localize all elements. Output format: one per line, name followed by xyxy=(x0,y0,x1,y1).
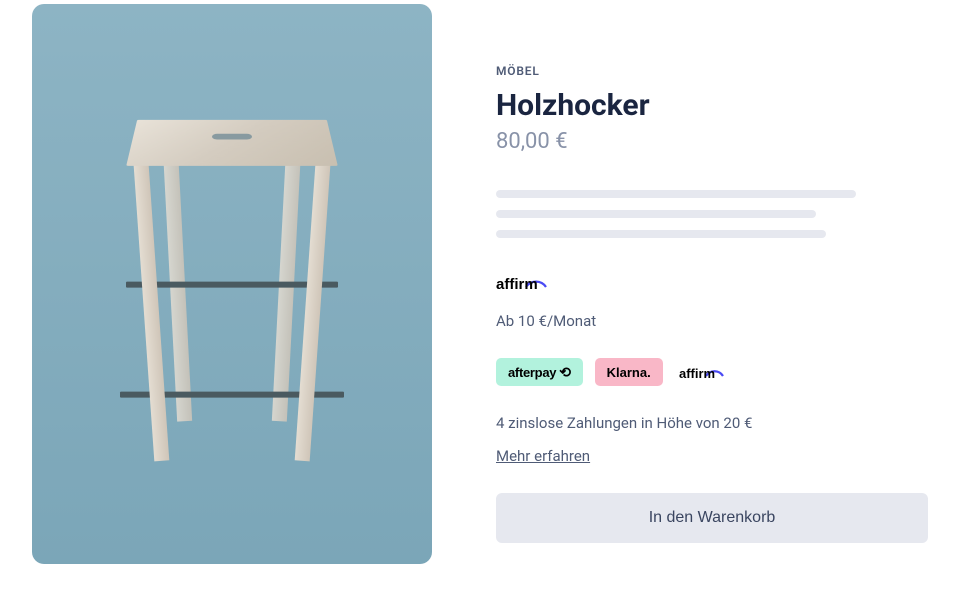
installment-info: 4 zinslose Zahlungen in Höhe von 20 € xyxy=(496,414,928,432)
product-category: MÖBEL xyxy=(496,64,928,78)
description-placeholder xyxy=(496,190,928,238)
affirm-logo: affirm xyxy=(496,270,928,298)
product-image xyxy=(32,4,432,564)
product-price: 80,00 € xyxy=(496,129,928,154)
monthly-financing-text: Ab 10 €/Monat xyxy=(496,312,928,330)
affirm-badge: affirm xyxy=(679,362,731,382)
stool-illustration xyxy=(102,102,362,482)
svg-text:affirm: affirm xyxy=(679,366,715,381)
svg-text:affirm: affirm xyxy=(496,276,538,293)
afterpay-icon: ⟲ xyxy=(559,364,570,381)
klarna-badge: Klarna. xyxy=(595,358,663,386)
payment-provider-badges: afterpay⟲ Klarna. affirm xyxy=(496,358,928,386)
add-to-cart-button[interactable]: In den Warenkorb xyxy=(496,493,928,543)
product-title: Holzhocker xyxy=(496,88,928,123)
afterpay-badge: afterpay⟲ xyxy=(496,358,583,386)
learn-more-link[interactable]: Mehr erfahren xyxy=(496,447,590,465)
